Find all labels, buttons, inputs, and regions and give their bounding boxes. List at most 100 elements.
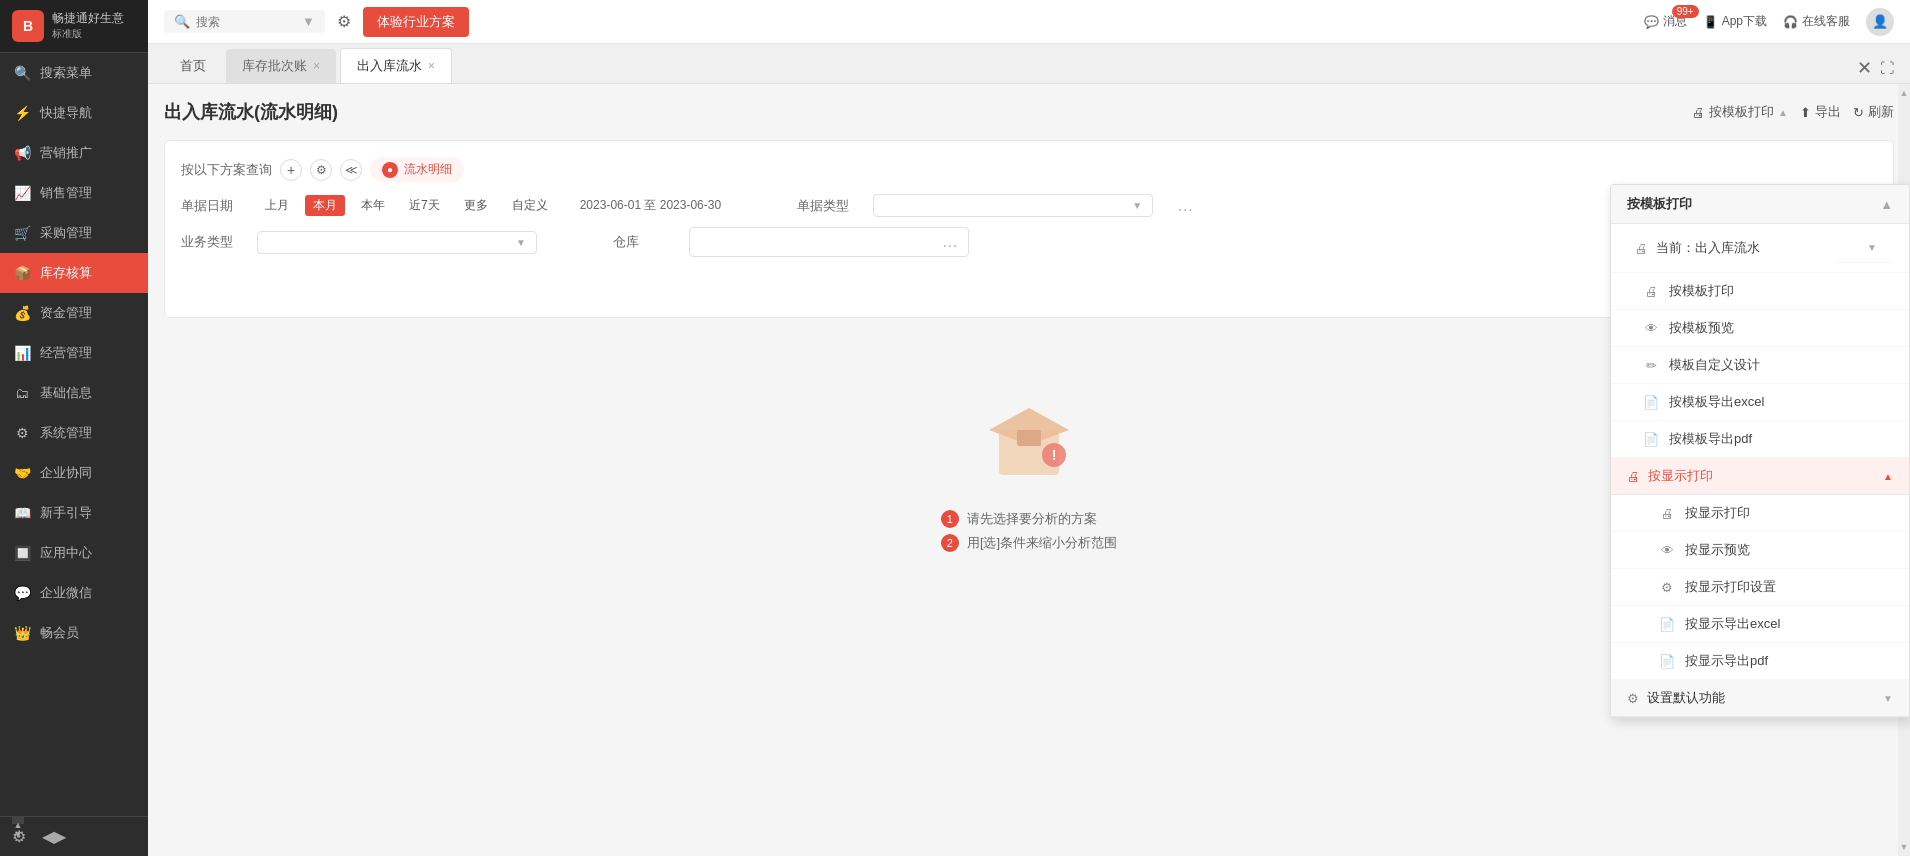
topbar-settings-icon[interactable]: ⚙ [337,12,351,31]
sidebar-item-sales[interactable]: 📈 销售管理 [0,173,148,213]
panel-collapse-btn[interactable]: ▲ [1880,197,1893,212]
sidebar-item-search[interactable]: 🔍 搜索菜单 [0,53,148,93]
step-2-label: 用[选]条件来缩小分析范围 [967,534,1117,552]
panel-item-label-template-export-excel: 按模板导出excel [1669,393,1764,411]
topbar-search-box[interactable]: 🔍 ▼ [164,10,325,33]
panel-display-item-display-export-excel[interactable]: 📄 按显示导出excel [1611,606,1909,643]
date-option-上月[interactable]: 上月 [257,195,297,216]
sidebar-scroll-up[interactable]: ▲ [14,820,23,830]
template-print-label: 按模板打印 [1709,103,1774,121]
message-action[interactable]: 💬 消息 99+ [1644,13,1687,30]
sidebar-collapse-icon[interactable]: ◀▶ [42,827,66,846]
app-download-icon: 📱 [1703,15,1718,29]
filter-tag[interactable]: ● 流水明细 [370,157,464,182]
window-close-btn[interactable]: ✕ [1857,57,1872,79]
tab-label-flow: 出入库流水 [357,57,422,75]
sidebar-item-system[interactable]: ⚙ 系统管理 [0,413,148,453]
sidebar-item-enterprise[interactable]: 🤝 企业协同 [0,453,148,493]
step-1-num: 1 [941,510,959,528]
sidebar-item-purchase[interactable]: 🛒 采购管理 [0,213,148,253]
filter-collapse-btn[interactable]: ≪ [340,159,362,181]
date-option-更多[interactable]: 更多 [456,195,496,216]
page-content: 出入库流水(流水明细) 🖨 按模板打印 ▲ ⬆ 导出 ↻ 刷新 [148,84,1910,856]
filter-settings-btn[interactable]: ⚙ [310,159,332,181]
sidebar-logo: B 畅捷通好生意 标准版 [0,0,148,53]
user-avatar[interactable]: 👤 [1866,8,1894,36]
customer-service-action[interactable]: 🎧 在线客服 [1783,13,1850,30]
panel-set-default[interactable]: ⚙ 设置默认功能 ▼ [1611,680,1909,717]
panel-display-item-display-print[interactable]: 🖨 按显示打印 [1611,495,1909,532]
right-scroll-down[interactable]: ▼ [1900,842,1909,852]
panel-item-template-preview[interactable]: 👁 按模板预览 [1611,310,1909,347]
doc-type-input[interactable]: ▼ [873,194,1153,217]
sidebar-item-operations[interactable]: 📊 经营管理 [0,333,148,373]
app-name: 畅捷通好生意 [52,11,124,27]
trial-btn[interactable]: 体验行业方案 [363,7,469,37]
sidebar-item-guide[interactable]: 📖 新手引导 [0,493,148,533]
tab-home[interactable]: 首页 [164,49,222,83]
sidebar-item-marketing[interactable]: 📢 营销推广 [0,133,148,173]
search-input[interactable] [196,15,296,29]
date-option-本年[interactable]: 本年 [353,195,393,216]
tabbar: 首页库存批次账× 出入库流水 × ✕ ⛶ [148,44,1910,84]
date-option-本月[interactable]: 本月 [305,195,345,216]
sidebar-icon-quick-nav: ⚡ [12,103,32,123]
message-badge: 99+ [1672,5,1699,18]
business-type-input[interactable]: ▼ [257,231,537,254]
warehouse-input[interactable]: … [689,227,969,257]
page-actions: 🖨 按模板打印 ▲ ⬆ 导出 ↻ 刷新 [1692,103,1894,121]
panel-current-section[interactable]: 🖨 当前：出入库流水 ▼ [1611,224,1909,273]
template-print-btn[interactable]: 🖨 按模板打印 ▲ [1692,103,1788,121]
date-option-自定义[interactable]: 自定义 [504,195,556,216]
sidebar-item-basic-info[interactable]: 🗂 基础信息 [0,373,148,413]
filter-add-btn[interactable]: + [280,159,302,181]
sidebar-icon-basic-info: 🗂 [12,383,32,403]
tab-batch-account[interactable]: 库存批次账× [226,49,336,83]
sidebar-scroll-down[interactable]: ▼ [14,830,23,840]
sidebar-scroll: 🔍 搜索菜单 ⚡ 快捷导航 📢 营销推广 📈 销售管理 🛒 采购管理 📦 库存核… [0,53,148,816]
svg-text:!: ! [1052,447,1057,463]
export-btn[interactable]: ⬆ 导出 [1800,103,1841,121]
panel-item-template-print[interactable]: 🖨 按模板打印 [1611,273,1909,310]
panel-display-item-display-export-pdf[interactable]: 📄 按显示导出pdf [1611,643,1909,680]
sidebar-icon-enterprise-wx: 💬 [12,583,32,603]
date-option-近7天[interactable]: 近7天 [401,195,448,216]
panel-display-item-display-print-settings[interactable]: ⚙ 按显示打印设置 [1611,569,1909,606]
panel-header: 按模板打印 ▲ [1611,185,1909,224]
tab-close-batch-account[interactable]: × [313,59,320,73]
set-default-icon: ⚙ [1627,691,1639,706]
panel-display-section[interactable]: 🖨 按显示打印 ▲ [1611,458,1909,495]
search-dropdown-icon[interactable]: ▼ [302,14,315,29]
sidebar-item-enterprise-wx[interactable]: 💬 企业微信 [0,573,148,613]
export-icon: ⬆ [1800,105,1811,120]
empty-step-1: 1 请先选择要分析的方案 [941,510,1117,528]
sidebar-item-app-center[interactable]: 🔲 应用中心 [0,533,148,573]
sidebar-item-inventory[interactable]: 📦 库存核算 [0,253,148,293]
doc-type-more[interactable]: … [1177,197,1193,215]
sidebar-item-finance[interactable]: 💰 资金管理 [0,293,148,333]
refresh-btn[interactable]: ↻ 刷新 [1853,103,1894,121]
sidebar-item-vip[interactable]: 👑 畅会员 [0,613,148,653]
sidebar-icon-system: ⚙ [12,423,32,443]
panel-item-template-export-pdf[interactable]: 📄 按模板导出pdf [1611,421,1909,458]
right-scroll-up[interactable]: ▲ [1900,88,1909,98]
window-expand-btn[interactable]: ⛶ [1880,60,1894,76]
warehouse-more[interactable]: … [942,233,958,251]
panel-display-icon-display-export-excel: 📄 [1659,616,1675,632]
customer-service-label: 在线客服 [1802,13,1850,30]
sidebar-label-finance: 资金管理 [40,304,92,322]
filter-tag-label: 流水明细 [404,161,452,178]
step-1-label: 请先选择要分析的方案 [967,510,1097,528]
app-download-action[interactable]: 📱 App下载 [1703,13,1767,30]
sidebar-item-quick-nav[interactable]: ⚡ 快捷导航 [0,93,148,133]
tab-close-flow[interactable]: × [428,59,435,73]
headset-icon: 🎧 [1783,15,1798,29]
business-type-arrow: ▼ [516,237,526,248]
sidebar-icon-enterprise: 🤝 [12,463,32,483]
panel-item-template-custom[interactable]: ✏ 模板自定义设计 [1611,347,1909,384]
panel-display-item-display-preview[interactable]: 👁 按显示预览 [1611,532,1909,569]
tab-flow[interactable]: 出入库流水 × [340,48,452,83]
panel-item-template-export-excel[interactable]: 📄 按模板导出excel [1611,384,1909,421]
sidebar-label-operations: 经营管理 [40,344,92,362]
warehouse-label: 仓库 [613,233,673,251]
